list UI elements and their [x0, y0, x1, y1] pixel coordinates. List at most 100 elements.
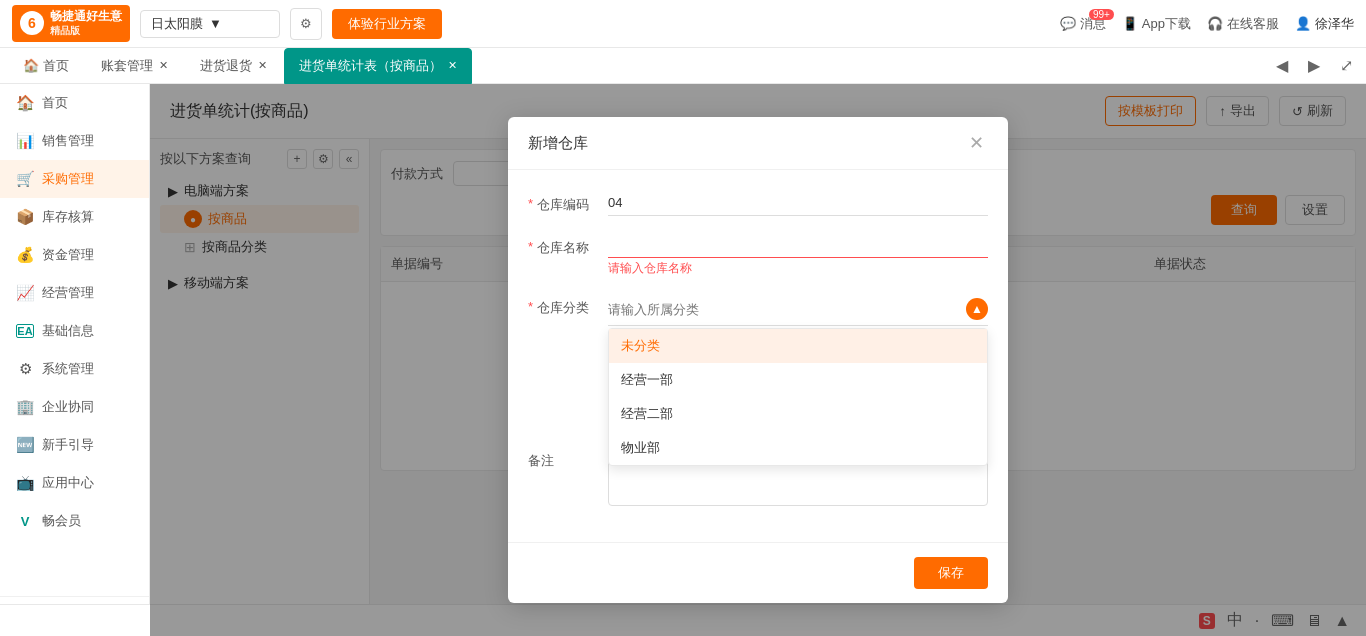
basic-icon: EA: [16, 324, 34, 338]
store-selector[interactable]: 日太阳膜 ▼: [140, 10, 280, 38]
modal-overlay: 新增仓库 ✕ * 仓库编码: [150, 84, 1366, 636]
sidebar-item-purchase[interactable]: 🛒 采购管理: [0, 160, 149, 198]
inventory-icon: 📦: [16, 208, 34, 226]
sidebar-item-finance[interactable]: 💰 资金管理: [0, 236, 149, 274]
sidebar-home-label: 首页: [42, 94, 68, 112]
top-right-area: 💬 消息 99+ 📱 App下载 🎧 在线客服 👤 徐泽华: [1060, 15, 1354, 33]
form-row-name: * 仓库名称 请输入仓库名称: [528, 232, 988, 277]
tab-nav-right: ◀ ▶ ⤢: [1270, 54, 1358, 78]
app-label: App下载: [1142, 15, 1191, 33]
settings-button[interactable]: ⚙: [290, 8, 322, 40]
sidebar-inventory-label: 库存核算: [42, 208, 94, 226]
sidebar-item-inventory[interactable]: 📦 库存核算: [0, 198, 149, 236]
trial-button[interactable]: 体验行业方案: [332, 9, 442, 39]
tab-home-label: 首页: [43, 57, 69, 75]
content-area: 进货单统计(按商品) 按模板打印 ↑ 导出 ↺ 刷新 按以下方案查询: [150, 84, 1366, 636]
home-icon: 🏠: [16, 94, 34, 112]
tab-purchase-stats-label: 进货单统计表（按商品）: [299, 57, 442, 75]
gear-icon: ⚙: [300, 16, 312, 31]
messages-badge: 99+: [1089, 9, 1114, 20]
warehouse-name-input[interactable]: [608, 232, 988, 258]
category-dropdown-trigger[interactable]: ▲: [608, 293, 988, 326]
purchase-icon: 🛒: [16, 170, 34, 188]
enterprise-icon: 🏢: [16, 398, 34, 416]
tab-accounts-close[interactable]: ✕: [159, 59, 168, 72]
sidebar-purchase-label: 采购管理: [42, 170, 94, 188]
logo: 6 畅捷通好生意 精品版: [12, 5, 130, 41]
sidebar-system-label: 系统管理: [42, 360, 94, 378]
tab-purchase-stats[interactable]: 进货单统计表（按商品） ✕: [284, 48, 472, 84]
sidebar-finance-label: 资金管理: [42, 246, 94, 264]
sidebar-enterprise-label: 企业协同: [42, 398, 94, 416]
sidebar-item-app-center[interactable]: 📺 应用中心: [0, 464, 149, 502]
tab-purchase-return[interactable]: 进货退货 ✕: [185, 48, 282, 84]
modal-footer: 保存: [508, 542, 1008, 603]
sidebar-sales-label: 销售管理: [42, 132, 94, 150]
sales-icon: 📊: [16, 132, 34, 150]
category-dropdown-wrap: ▲ 未分类 经营一部 经营二部 物业部: [608, 293, 988, 326]
tab-purchase-stats-close[interactable]: ✕: [448, 59, 457, 72]
dropdown-item-dept1[interactable]: 经营一部: [609, 363, 987, 397]
headset-icon: 🎧: [1207, 16, 1223, 31]
service-button[interactable]: 🎧 在线客服: [1207, 15, 1279, 33]
modal-new-warehouse: 新增仓库 ✕ * 仓库编码: [508, 117, 1008, 603]
category-dropdown-list: 未分类 经营一部 经营二部 物业部: [608, 328, 988, 466]
user-profile[interactable]: 👤 徐泽华: [1295, 15, 1354, 33]
form-row-category: * 仓库分类 ▲ 未分类 经营一部 经营二部: [528, 293, 988, 326]
form-row-code: * 仓库编码: [528, 190, 988, 216]
avatar: 👤: [1295, 16, 1311, 31]
tab-accounts[interactable]: 账套管理 ✕: [86, 48, 183, 84]
save-button[interactable]: 保存: [914, 557, 988, 589]
modal-title: 新增仓库: [528, 134, 588, 153]
main-layout: 🏠 首页 📊 销售管理 🛒 采购管理 📦 库存核算 💰 资金管理 📈 经营管理 …: [0, 84, 1366, 636]
finance-icon: 💰: [16, 246, 34, 264]
app-center-icon: 📺: [16, 474, 34, 492]
category-dropdown-input[interactable]: [608, 302, 966, 317]
sidebar-item-operation[interactable]: 📈 经营管理: [0, 274, 149, 312]
logo-text: 畅捷通好生意 精品版: [50, 9, 122, 37]
sidebar-item-enterprise[interactable]: 🏢 企业协同: [0, 388, 149, 426]
messages-button[interactable]: 💬 消息 99+: [1060, 15, 1106, 33]
sidebar-item-sales[interactable]: 📊 销售管理: [0, 122, 149, 160]
dropdown-item-dept2[interactable]: 经营二部: [609, 397, 987, 431]
operation-icon: 📈: [16, 284, 34, 302]
store-name: 日太阳膜: [151, 15, 203, 33]
dropdown-item-unclassified[interactable]: 未分类: [609, 329, 987, 363]
member-icon: V: [16, 512, 34, 530]
nav-expand-icon[interactable]: ⤢: [1334, 54, 1358, 78]
nav-tabs: 🏠 首页 账套管理 ✕ 进货退货 ✕ 进货单统计表（按商品） ✕ ◀ ▶ ⤢: [0, 48, 1366, 84]
home-icon: 🏠: [23, 58, 39, 73]
sidebar-app-center-label: 应用中心: [42, 474, 94, 492]
sidebar-guide-label: 新手引导: [42, 436, 94, 454]
note-label: 备注: [528, 446, 608, 470]
service-label: 在线客服: [1227, 15, 1279, 33]
message-icon: 💬: [1060, 16, 1076, 31]
nav-right-icon[interactable]: ▶: [1302, 54, 1326, 78]
sidebar-item-member[interactable]: V 畅会员: [0, 502, 149, 540]
warehouse-code-input[interactable]: [608, 190, 988, 216]
modal-body: * 仓库编码 * 仓库名称: [508, 170, 1008, 542]
sidebar-item-home[interactable]: 🏠 首页: [0, 84, 149, 122]
tab-purchase-return-label: 进货退货: [200, 57, 252, 75]
tab-accounts-label: 账套管理: [101, 57, 153, 75]
phone-icon: 📱: [1122, 16, 1138, 31]
sidebar-item-guide[interactable]: 🆕 新手引导: [0, 426, 149, 464]
dropdown-item-dept3[interactable]: 物业部: [609, 431, 987, 465]
tab-home[interactable]: 🏠 首页: [8, 48, 84, 84]
logo-title: 畅捷通好生意: [50, 9, 122, 23]
category-label: * 仓库分类: [528, 293, 608, 317]
nav-left-icon[interactable]: ◀: [1270, 54, 1294, 78]
user-name: 徐泽华: [1315, 15, 1354, 33]
modal-header: 新增仓库 ✕: [508, 117, 1008, 170]
sidebar-item-basic[interactable]: EA 基础信息: [0, 312, 149, 350]
name-label: * 仓库名称: [528, 233, 608, 257]
sidebar-operation-label: 经营管理: [42, 284, 94, 302]
app-download-button[interactable]: 📱 App下载: [1122, 15, 1191, 33]
tab-purchase-return-close[interactable]: ✕: [258, 59, 267, 72]
sidebar-member-label: 畅会员: [42, 512, 81, 530]
sidebar-item-system[interactable]: ⚙ 系统管理: [0, 350, 149, 388]
chevron-down-icon: ▼: [209, 16, 222, 31]
logo-icon: 6: [20, 11, 44, 35]
dropdown-arrow-icon[interactable]: ▲: [966, 298, 988, 320]
modal-close-button[interactable]: ✕: [964, 131, 988, 155]
